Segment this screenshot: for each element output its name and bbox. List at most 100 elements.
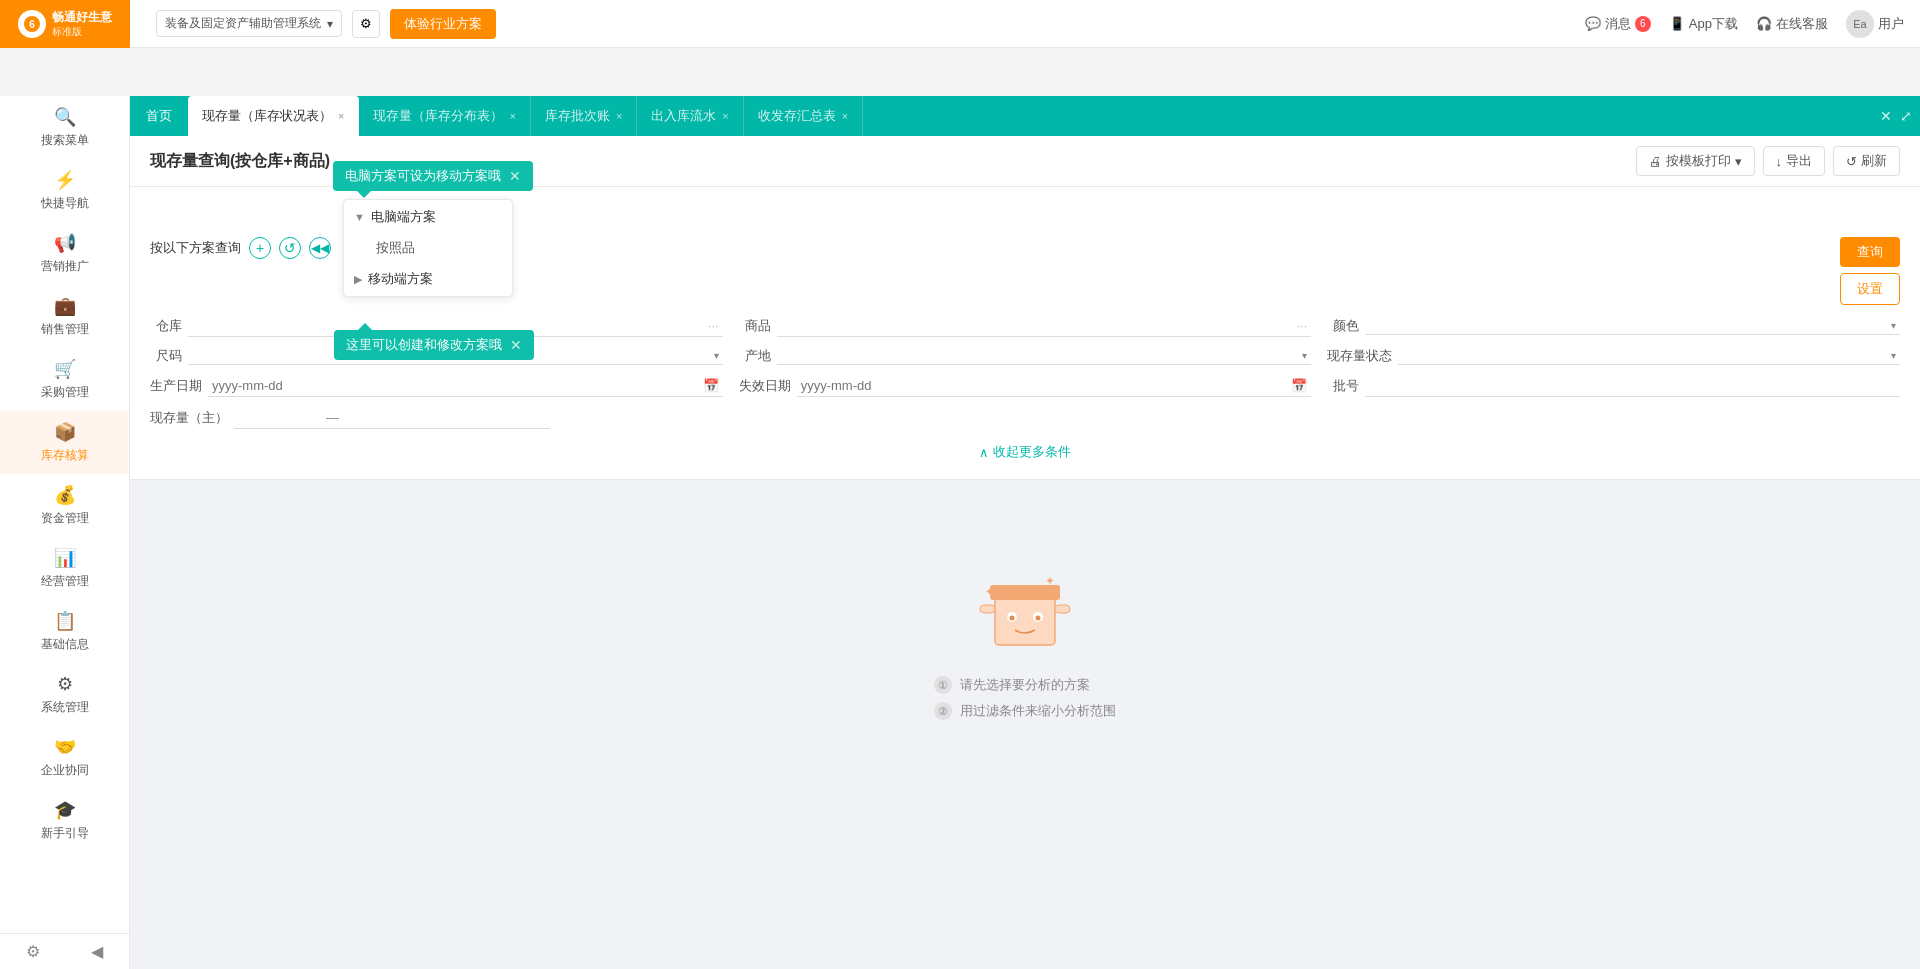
prod-date-input[interactable] [212,378,699,393]
prod-date-calendar-icon[interactable]: 📅 [703,378,719,393]
trial-button[interactable]: 体验行业方案 [390,9,496,39]
mobile-scheme-item[interactable]: ▶ 移动端方案 [344,262,512,296]
product-label: 商品 [739,317,771,335]
svg-text:✦: ✦ [985,586,993,597]
sidebar-collapse-btn[interactable]: ◀ [91,942,103,961]
query-button[interactable]: 查询 [1840,237,1900,267]
user-label: 用户 [1878,15,1904,33]
user-button[interactable]: Ea 用户 [1846,10,1904,38]
set-button[interactable]: 设置 [1840,273,1900,305]
tab-stock-dist[interactable]: 现存量（库存分布表） × [359,96,530,136]
step-2-num: ② [934,702,952,720]
filter-refresh-button[interactable]: ↺ [279,237,301,259]
sidebar-item-guide[interactable]: 🎓 新手引导 [0,789,129,852]
briefcase-icon: 💼 [54,295,76,317]
pc-scheme-item[interactable]: ▼ 电脑端方案 [344,200,512,234]
tab-batch-account[interactable]: 库存批次账 × [531,96,637,136]
tab-receive-summary[interactable]: 收发存汇总表 × [744,96,863,136]
sidebar-item-purchase[interactable]: 🛒 采购管理 [0,348,129,411]
print-chevron: ▾ [1735,154,1742,169]
svg-rect-8 [980,605,995,613]
phone-icon: 📱 [1669,16,1685,31]
scheme-sub-item[interactable]: 按照品 [368,234,512,262]
export-label: 导出 [1786,152,1812,170]
step-2-text: 用过滤条件来缩小分析范围 [960,702,1116,720]
origin-dropdown[interactable]: ▾ [1302,350,1307,361]
mobile-scheme-label: 移动端方案 [368,270,433,288]
system-selector[interactable]: 装备及固定资产辅助管理系统 ▾ [156,10,342,37]
sidebar-item-system[interactable]: ⚙ 系统管理 [0,663,129,726]
sidebar-label-inventory: 库存核算 [41,447,89,464]
sidebar-item-enterprise[interactable]: 🤝 企业协同 [0,726,129,789]
sidebar-item-finance[interactable]: 💰 资金管理 [0,474,129,537]
sidebar-label-sales: 销售管理 [41,321,89,338]
message-badge: 6 [1635,16,1651,32]
tab-stock-dist-label: 现存量（库存分布表） [373,107,503,125]
empty-step-1: ① 请先选择要分析的方案 [934,676,1116,694]
settings-button[interactable]: ⚙ [352,10,380,38]
sidebar-item-marketing[interactable]: 📢 营销推广 [0,222,129,285]
add-tooltip-close[interactable]: ✕ [509,168,521,184]
size-label: 尺码 [150,347,182,365]
stock-range-from[interactable] [238,410,318,425]
expiry-date-calendar-icon[interactable]: 📅 [1291,378,1307,393]
collapse-button[interactable]: ∧ 收起更多条件 [979,443,1071,461]
tab-stock-status-close[interactable]: × [338,110,344,122]
app-download-button[interactable]: 📱 App下载 [1669,15,1738,33]
collapse-label: 收起更多条件 [993,443,1071,461]
empty-step-2: ② 用过滤条件来缩小分析范围 [934,702,1116,720]
pc-scheme-label: 电脑端方案 [371,208,436,226]
print-button[interactable]: 🖨 按模板打印 ▾ [1636,146,1755,176]
print-label: 按模板打印 [1666,152,1731,170]
filter-add-button[interactable]: + [249,237,271,259]
prod-date-label: 生产日期 [150,377,202,395]
sidebar-item-sales[interactable]: 💼 销售管理 [0,285,129,348]
message-icon: 💬 [1585,16,1601,31]
tab-close-all-btn[interactable]: ✕ [1880,108,1892,124]
tab-fullscreen-btn[interactable]: ⤢ [1900,108,1912,124]
svg-rect-2 [995,595,1055,645]
online-service-button[interactable]: 🎧 在线客服 [1756,15,1828,33]
warehouse-dots[interactable]: ··· [708,318,719,333]
tab-flow-close[interactable]: × [722,110,728,122]
step-1-num: ① [934,676,952,694]
tab-batch-close[interactable]: × [616,110,622,122]
sidebar-label-enterprise: 企业协同 [41,762,89,779]
sidebar-label-finance: 资金管理 [41,510,89,527]
search-icon: 🔍 [54,106,76,128]
sidebar-item-inventory[interactable]: 📦 库存核算 [0,411,129,474]
export-button[interactable]: ↓ 导出 [1763,146,1826,176]
sidebar-item-basic-info[interactable]: 📋 基础信息 [0,600,129,663]
product-dots[interactable]: ··· [1296,318,1307,333]
stock-range-label: 现存量（主） [150,409,228,427]
stock-status-dropdown[interactable]: ▾ [1891,350,1896,361]
tab-receive-close[interactable]: × [842,110,848,122]
tab-home[interactable]: 首页 [130,96,188,136]
chart-icon: 📊 [54,547,76,569]
system-title: 装备及固定资产辅助管理系统 [165,15,321,32]
sidebar-item-operations[interactable]: 📊 经营管理 [0,537,129,600]
tab-batch-label: 库存批次账 [545,107,610,125]
filter-prev-button[interactable]: ◀◀ [309,237,331,259]
refresh-button[interactable]: ↺ 刷新 [1833,146,1900,176]
refresh-icon: ↺ [1846,154,1857,169]
sidebar-item-quick-nav[interactable]: ⚡ 快捷导航 [0,159,129,222]
expiry-date-input[interactable] [801,378,1288,393]
sidebar-settings-btn[interactable]: ⚙ [26,942,40,961]
sidebar-label-guide: 新手引导 [41,825,89,842]
megaphone-icon: 📢 [54,232,76,254]
message-button[interactable]: 💬 消息 6 [1585,15,1651,33]
sidebar-item-search-menu[interactable]: 🔍 搜索菜单 [0,96,129,159]
tab-stock-status[interactable]: 现存量（库存状况表） × [188,96,359,136]
scheme-tooltip-close[interactable]: ✕ [510,337,522,353]
system-icon: ⚙ [57,673,73,695]
tab-in-out-flow[interactable]: 出入库流水 × [637,96,743,136]
size-dropdown[interactable]: ▾ [714,350,719,361]
sidebar-label-search: 搜索菜单 [41,132,89,149]
sidebar-label-quick: 快捷导航 [41,195,89,212]
sidebar-label-ops: 经营管理 [41,573,89,590]
tab-stock-dist-close[interactable]: × [509,110,515,122]
color-dropdown[interactable]: ▾ [1891,320,1896,331]
batch-no-input[interactable] [1369,378,1896,393]
origin-label: 产地 [739,347,771,365]
